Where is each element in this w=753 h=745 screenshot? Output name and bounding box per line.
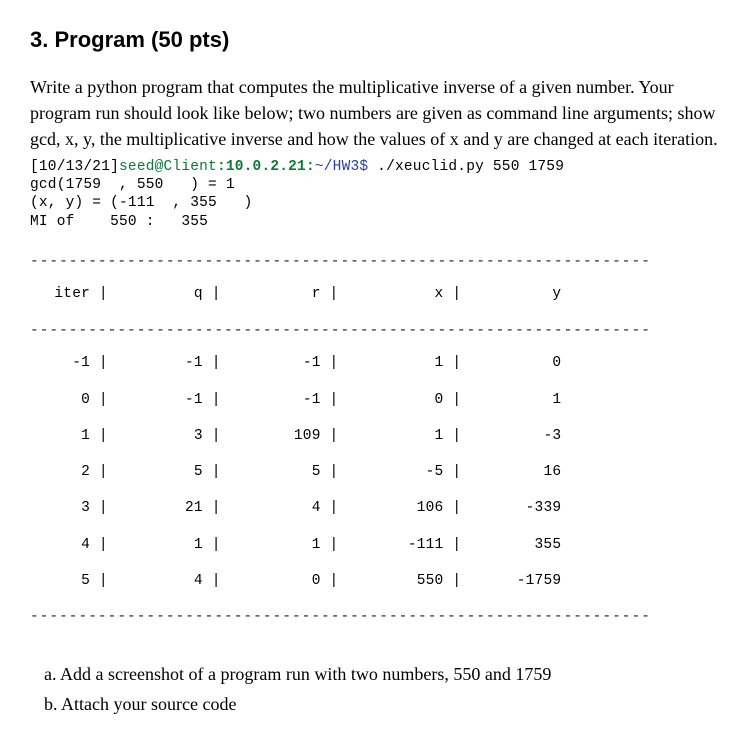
question-b: b. Attach your source code <box>66 691 723 717</box>
sub-questions: a. Add a screenshot of a program run wit… <box>30 661 723 717</box>
prompt-path: ~/HW3$ <box>315 159 368 175</box>
col-header-iter: iter <box>30 285 90 303</box>
table-separator <box>30 322 723 337</box>
terminal-output: [10/13/21]seed@Client:10.0.2.21:~/HW3$ .… <box>30 158 723 231</box>
table-separator <box>30 253 723 268</box>
col-header-q: q <box>108 285 203 303</box>
table-row: 5 |4 |0 |550 |-1759 <box>30 572 723 590</box>
table-header-row: iter |q |r |x |y <box>30 285 723 303</box>
table-row: 3 |21 |4 |106 |-339 <box>30 499 723 517</box>
col-header-y: y <box>461 285 561 303</box>
prompt-date: [10/13/21] <box>30 159 119 175</box>
table-separator <box>30 608 723 623</box>
table-row: 4 |1 |1 |-111 |355 <box>30 536 723 554</box>
problem-description: Write a python program that computes the… <box>30 74 723 152</box>
section-heading: 3. Program (50 pts) <box>30 24 723 56</box>
col-header-r: r <box>221 285 321 303</box>
command-text: ./xeuclid.py 550 1759 <box>368 159 564 175</box>
question-a: a. Add a screenshot of a program run wit… <box>66 661 723 687</box>
xy-line: (x, y) = (-111 , 355 ) <box>30 195 253 211</box>
gcd-line: gcd(1759 , 550 ) = 1 <box>30 177 235 193</box>
table-row: 1 |3 |109 |1 |-3 <box>30 427 723 445</box>
table-row: 2 |5 |5 |-5 |16 <box>30 463 723 481</box>
mi-line: MI of 550 : 355 <box>30 214 208 230</box>
table-output: iter |q |r |x |y -1 |-1 |-1 |1 |0 0 |-1 … <box>30 235 723 641</box>
prompt-host: :10.0.2.21: <box>217 159 315 175</box>
col-header-x: x <box>338 285 443 303</box>
table-row: -1 |-1 |-1 |1 |0 <box>30 354 723 372</box>
prompt-user: seed@Client <box>119 159 217 175</box>
table-row: 0 |-1 |-1 |0 |1 <box>30 391 723 409</box>
